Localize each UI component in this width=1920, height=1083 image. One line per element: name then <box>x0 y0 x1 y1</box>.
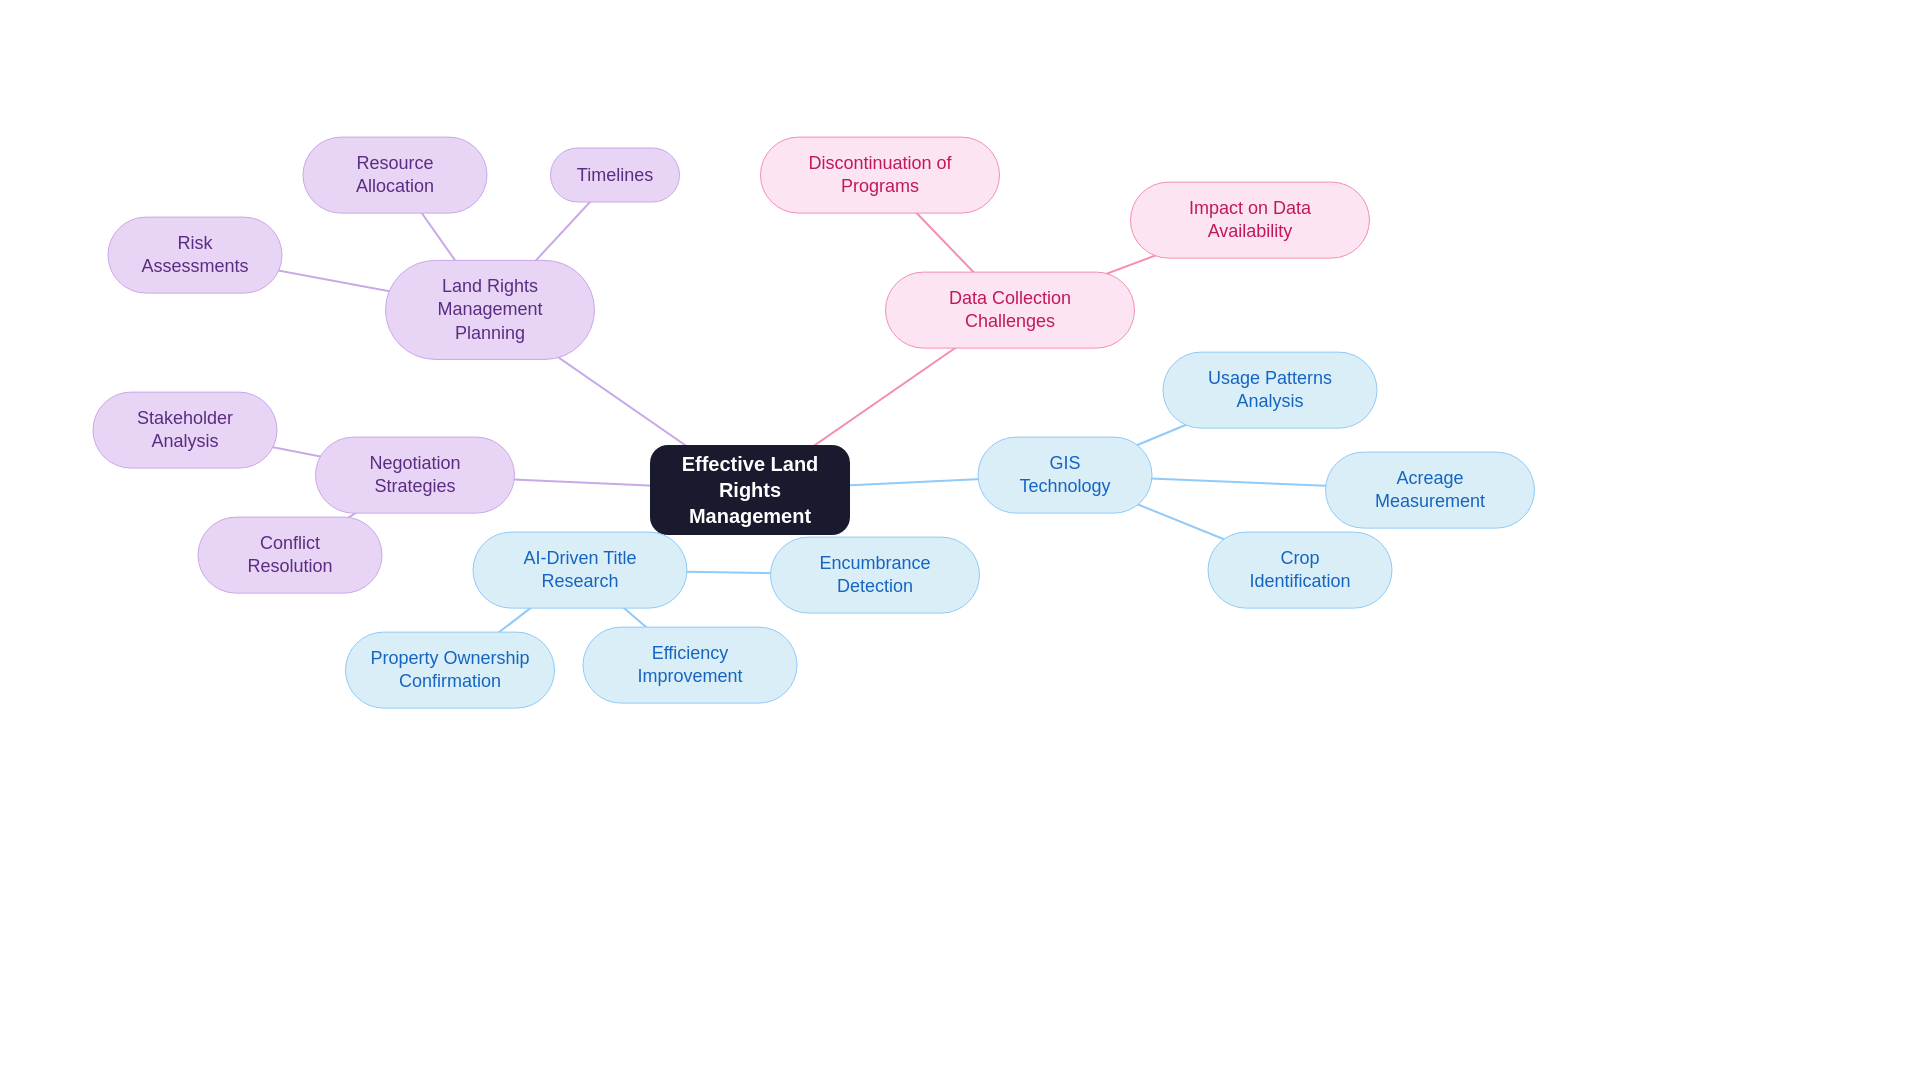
resource-allocation-node: Resource Allocation <box>303 137 488 214</box>
ai-driven-title-research-node: AI-Driven Title Research <box>473 532 688 609</box>
gis-technology-node: GIS Technology <box>978 437 1153 514</box>
land-rights-planning-node: Land Rights Management Planning <box>385 260 595 360</box>
negotiation-strategies-node: Negotiation Strategies <box>315 437 515 514</box>
encumbrance-detection-node: Encumbrance Detection <box>770 537 980 614</box>
crop-identification-node: Crop Identification <box>1208 532 1393 609</box>
timelines-node: Timelines <box>550 148 680 203</box>
efficiency-improvement-node: Efficiency Improvement <box>583 627 798 704</box>
mindmap-container: Effective Land Rights Management Land Rig… <box>0 0 1920 1083</box>
acreage-measurement-node: Acreage Measurement <box>1325 452 1535 529</box>
discontinuation-programs-node: Discontinuation of Programs <box>760 137 1000 214</box>
risk-assessments-node: Risk Assessments <box>108 217 283 294</box>
property-ownership-confirmation-node: Property Ownership Confirmation <box>345 632 555 709</box>
data-collection-challenges-node: Data Collection Challenges <box>885 272 1135 349</box>
conflict-resolution-node: Conflict Resolution <box>198 517 383 594</box>
stakeholder-analysis-node: Stakeholder Analysis <box>93 392 278 469</box>
impact-data-availability-node: Impact on Data Availability <box>1130 182 1370 259</box>
center-node: Effective Land Rights Management <box>650 445 850 535</box>
usage-patterns-analysis-node: Usage Patterns Analysis <box>1163 352 1378 429</box>
